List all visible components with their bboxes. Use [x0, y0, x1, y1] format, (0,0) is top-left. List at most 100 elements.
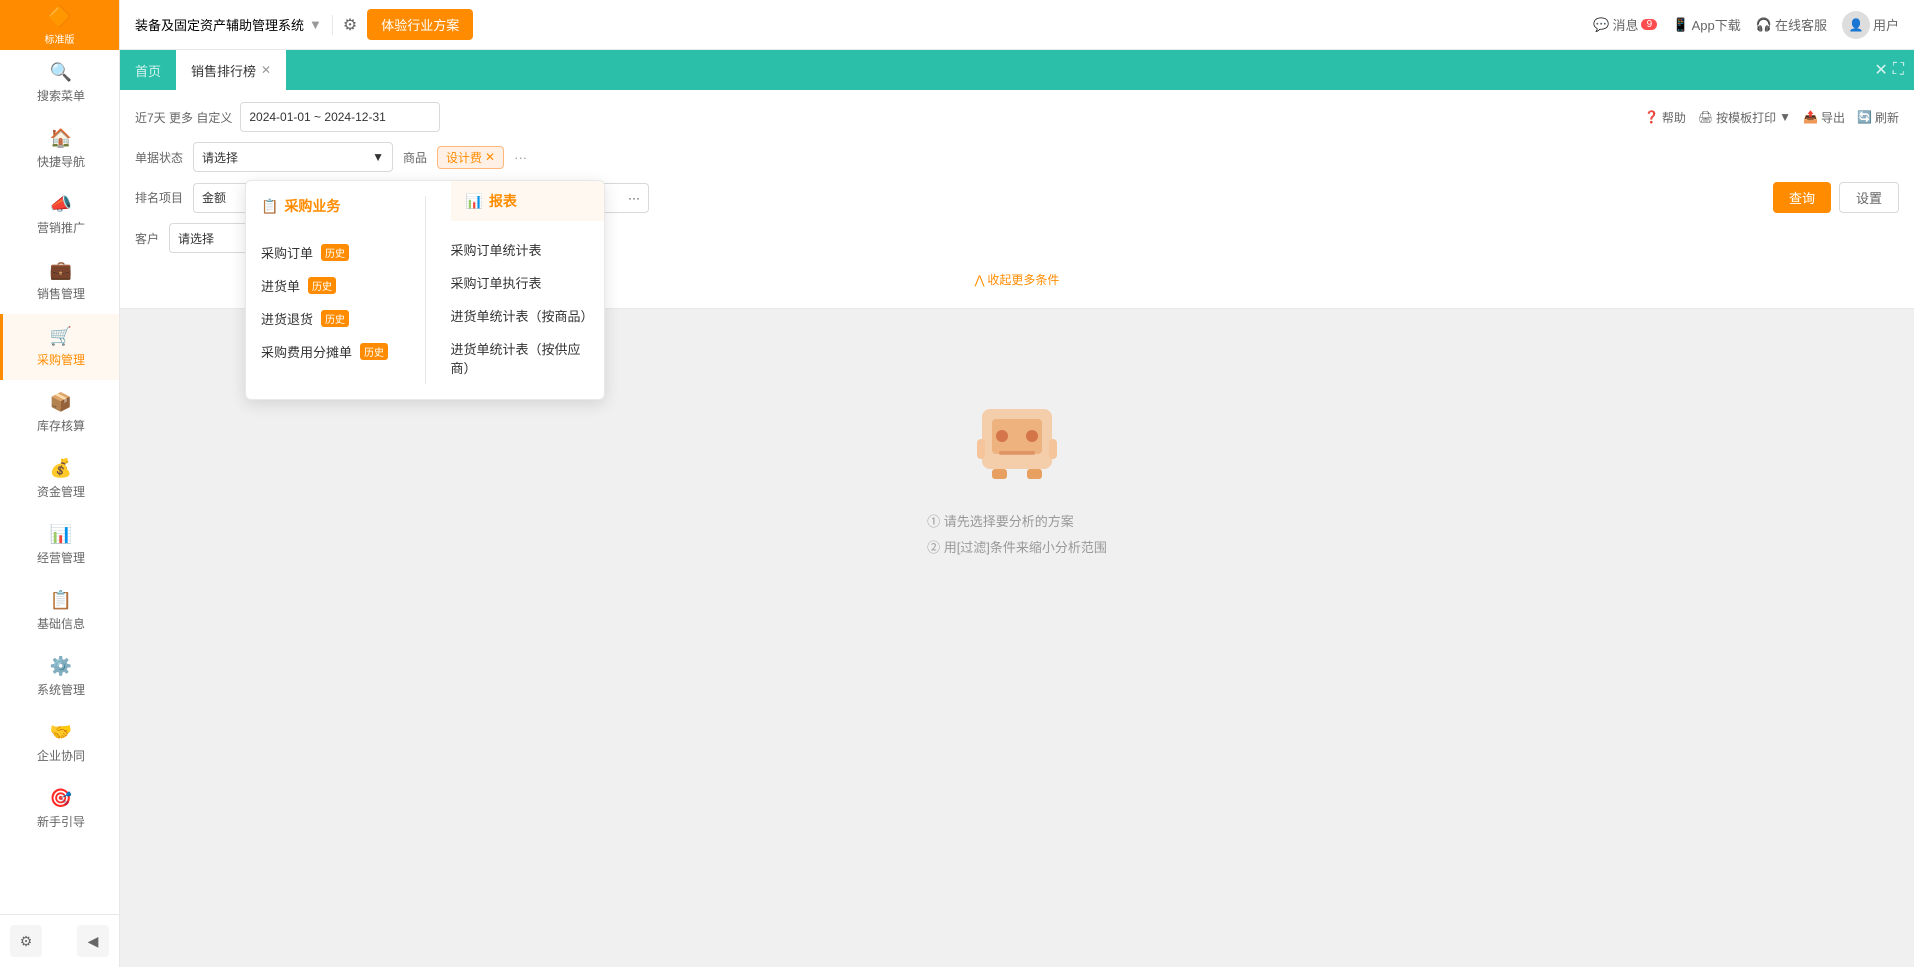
sidebar-item-enterprise[interactable]: 🤝 企业协同 — [0, 710, 119, 776]
empty-tip-2: ② 用[过滤]条件来缩小分析范围 — [927, 535, 1107, 561]
export-button[interactable]: 📤 导出 — [1803, 109, 1845, 126]
dropdown-divider — [425, 196, 426, 384]
reports-col: 📊 报表 采购订单统计表 采购订单执行表 进货单统计表（按商品） 进货单统计表（… — [451, 196, 590, 384]
empty-illustration — [957, 389, 1077, 489]
purchase-col: 📋 采购业务 采购订单 历史 进货单 历史 进货退货 历史 — [261, 196, 400, 384]
sidebar-item-search[interactable]: 🔍 搜索菜单 — [0, 50, 119, 116]
sidebar-item-quick-nav[interactable]: 🏠 快捷导航 — [0, 116, 119, 182]
reports-col-icon: 📊 — [466, 193, 483, 210]
sidebar-item-basic[interactable]: 📋 基础信息 — [0, 578, 119, 644]
sidebar-item-operation[interactable]: 📊 经营管理 — [0, 512, 119, 578]
tabbar-actions: ✕ ⛶ — [1874, 60, 1914, 80]
report-item-2[interactable]: 进货单统计表（按商品） — [451, 299, 590, 332]
customer-label: 客户 — [135, 230, 159, 247]
goods-more-dots[interactable]: ··· — [514, 150, 527, 165]
sidebar-item-newbie[interactable]: 🎯 新手引导 — [0, 776, 119, 842]
date-input[interactable]: 2024-01-01 ~ 2024-12-31 — [240, 102, 440, 132]
settings-icon: ⚙ — [20, 933, 33, 950]
print-dropdown-icon: ▼ — [1779, 110, 1791, 124]
dropdown-columns: 📋 采购业务 采购订单 历史 进货单 历史 进货退货 历史 — [261, 196, 589, 384]
sidebar-item-label: 基础信息 — [37, 615, 85, 632]
sidebar-item-marketing[interactable]: 📣 营销推广 — [0, 182, 119, 248]
online-service-button[interactable]: 🎧 在线客服 — [1756, 15, 1827, 34]
tab-home-label: 首页 — [135, 61, 161, 80]
topbar-divider — [332, 15, 333, 35]
message-badge: 9 — [1641, 19, 1657, 30]
system-icon: ⚙️ — [50, 656, 72, 677]
query-button[interactable]: 查询 — [1773, 182, 1831, 213]
tab-sales-rank-label: 销售排行榜 — [191, 61, 256, 80]
sidebar-item-inventory[interactable]: 📦 库存核算 — [0, 380, 119, 446]
main-area: 装备及固定资产辅助管理系统 ▼ ⚙ 体验行业方案 💬 消息 9 📱 App下载 … — [120, 0, 1914, 967]
toolbar-left: 近7天 更多 自定义 2024-01-01 ~ 2024-12-31 — [135, 102, 440, 132]
date-value: 2024-01-01 ~ 2024-12-31 — [249, 110, 385, 124]
logo-text: 标准版 — [45, 31, 75, 46]
app-download-button[interactable]: 📱 App下载 — [1672, 15, 1740, 34]
print-button[interactable]: 🖨 按模板打印 ▼ — [1698, 109, 1791, 126]
help-icon: ❓ — [1644, 110, 1659, 124]
incoming-item[interactable]: 进货单 历史 — [261, 269, 400, 302]
system-name-text: 装备及固定资产辅助管理系统 — [135, 15, 304, 34]
expense-item[interactable]: 采购费用分摊单 历史 — [261, 335, 400, 368]
toolbar-right: ❓ 帮助 🖨 按模板打印 ▼ 📤 导出 🔄 刷新 — [1644, 109, 1899, 126]
sidebar-item-label: 销售管理 — [37, 285, 85, 302]
message-button[interactable]: 💬 消息 9 — [1593, 15, 1657, 34]
export-icon: 📤 — [1803, 110, 1818, 124]
finance-icon: 💰 — [50, 458, 72, 479]
tab-sales-rank[interactable]: 销售排行榜 ✕ — [176, 50, 286, 90]
app-logo: 🔶 标准版 — [0, 0, 119, 50]
report-item-0[interactable]: 采购订单统计表 — [451, 233, 590, 266]
sidebar-menu: 🔍 搜索菜单 🏠 快捷导航 📣 营销推广 💼 销售管理 🛒 采购管理 📦 库存核… — [0, 50, 119, 914]
content-area: 近7天 更多 自定义 2024-01-01 ~ 2024-12-31 ❓ 帮助 … — [120, 90, 1914, 967]
system-name-dropdown[interactable]: 装备及固定资产辅助管理系统 ▼ — [135, 15, 322, 34]
return-item[interactable]: 进货退货 历史 — [261, 302, 400, 335]
report-item-1[interactable]: 采购订单执行表 — [451, 266, 590, 299]
headset-icon: 🎧 — [1756, 17, 1772, 33]
purchase-col-title: 📋 采购业务 — [261, 196, 400, 224]
refresh-button[interactable]: 🔄 刷新 — [1857, 109, 1899, 126]
dropdown-arrow-icon: ▼ — [309, 17, 322, 32]
home-icon: 🏠 — [50, 128, 72, 149]
expand-icon[interactable]: ⛶ — [1893, 61, 1904, 79]
tab-close-icon[interactable]: ✕ — [261, 63, 271, 77]
goods-tag-close-icon[interactable]: ✕ — [485, 150, 495, 164]
sidebar-item-label: 采购管理 — [37, 351, 85, 368]
user-menu[interactable]: 👤 用户 — [1842, 11, 1899, 39]
sidebar-item-finance[interactable]: 💰 资金管理 — [0, 446, 119, 512]
logo-icon: 🔶 — [47, 4, 72, 29]
purchase-order-item[interactable]: 采购订单 历史 — [261, 236, 400, 269]
industry-solution-button[interactable]: 体验行业方案 — [367, 9, 473, 40]
sidebar-item-label: 库存核算 — [37, 417, 85, 434]
empty-tip-1: ① 请先选择要分析的方案 — [927, 509, 1107, 535]
help-button[interactable]: ❓ 帮助 — [1644, 109, 1686, 126]
marketing-icon: 📣 — [50, 194, 72, 215]
sidebar: 🔶 标准版 🔍 搜索菜单 🏠 快捷导航 📣 营销推广 💼 销售管理 🛒 采购管理… — [0, 0, 120, 967]
history-badge-3: 历史 — [360, 343, 388, 360]
report-item-3[interactable]: 进货单统计表（按供应商） — [451, 332, 590, 384]
sidebar-item-system[interactable]: ⚙️ 系统管理 — [0, 644, 119, 710]
sidebar-item-purchase[interactable]: 🛒 采购管理 — [0, 314, 119, 380]
tab-home[interactable]: 首页 — [120, 50, 176, 90]
sidebar-item-sales[interactable]: 💼 销售管理 — [0, 248, 119, 314]
collapse-up-icon: ⋀ — [975, 273, 985, 287]
sidebar-item-label: 新手引导 — [37, 813, 85, 830]
query-actions: 查询 设置 — [1773, 182, 1899, 213]
sidebar-item-label: 系统管理 — [37, 681, 85, 698]
empty-svg — [957, 389, 1077, 489]
sidebar-item-label: 快捷导航 — [37, 153, 85, 170]
close-tab-icon[interactable]: ✕ — [1874, 60, 1887, 80]
filter-row-1: 单据状态 请选择 ▼ 商品 设计费 ✕ ··· — [135, 142, 1899, 172]
goods-tag[interactable]: 设计费 ✕ — [437, 146, 504, 169]
topbar-settings-icon[interactable]: ⚙ — [343, 15, 357, 35]
sidebar-item-label: 经营管理 — [37, 549, 85, 566]
setting-button[interactable]: 设置 — [1839, 182, 1899, 213]
basic-icon: 📋 — [50, 590, 72, 611]
refresh-icon: 🔄 — [1857, 110, 1872, 124]
goods-label: 商品 — [403, 149, 427, 166]
topbar: 装备及固定资产辅助管理系统 ▼ ⚙ 体验行业方案 💬 消息 9 📱 App下载 … — [120, 0, 1914, 50]
sidebar-item-label: 营销推广 — [37, 219, 85, 236]
sidebar-bottom: ⚙ ◀ — [0, 914, 119, 967]
order-status-select[interactable]: 请选择 ▼ — [193, 142, 393, 172]
collapse-sidebar-button[interactable]: ◀ — [77, 925, 109, 957]
settings-button[interactable]: ⚙ — [10, 925, 42, 957]
